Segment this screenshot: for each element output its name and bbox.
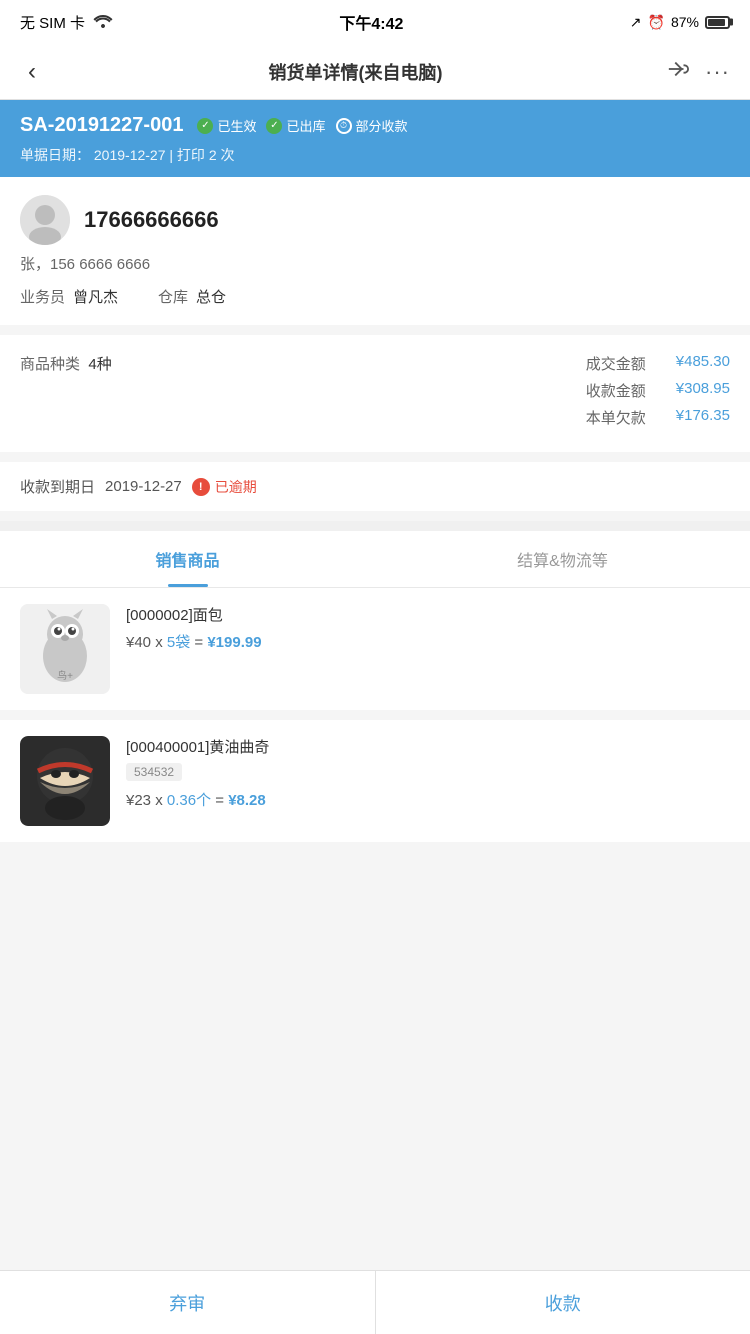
debt-row: 本单欠款 ¥176.35 — [586, 407, 730, 428]
customer-meta: 业务员 曾凡杰 仓库 总仓 — [20, 286, 730, 307]
bottom-bar: 弃审 收款 — [0, 1270, 750, 1334]
badge-effective: ✓ 已生效 — [197, 116, 256, 135]
product-sku-2: 534532 — [126, 763, 182, 781]
separator — [0, 521, 750, 531]
more-icon[interactable]: ··· — [705, 59, 730, 85]
cancel-button[interactable]: 弃审 — [0, 1271, 376, 1334]
sales-rep: 业务员 曾凡杰 — [20, 286, 118, 307]
location-icon: ↗ — [630, 14, 642, 31]
alarm-icon: ⏰ — [648, 14, 665, 31]
product-info-2: [000400001]黄油曲奇 534532 ¥23 x 0.36个 = ¥8.… — [126, 736, 730, 810]
warehouse: 仓库 总仓 — [158, 286, 226, 307]
customer-section: 17666666666 张，156 6666 6666 业务员 曾凡杰 仓库 总… — [0, 177, 750, 325]
back-button[interactable]: ‹ — [20, 50, 44, 94]
check-icon-2: ✓ — [266, 118, 282, 134]
product-list: 鸟+ [0000002]面包 ¥40 x 5袋 = ¥199.99 — [0, 588, 750, 842]
avatar — [20, 195, 70, 245]
carrier-text: 无 SIM 卡 — [20, 12, 85, 33]
product-kind: 商品种类 4种 — [20, 353, 112, 374]
badge-shipped: ✓ 已出库 — [266, 116, 325, 135]
price-unit-1: ¥40 — [126, 634, 151, 651]
order-date: 单据日期： 2019-12-27 | 打印 2 次 — [20, 145, 730, 165]
wifi-icon — [93, 12, 113, 32]
order-number: SA-20191227-001 — [20, 114, 183, 137]
svg-text:鸟+: 鸟+ — [57, 669, 73, 682]
overdue-icon: ! — [192, 478, 210, 496]
product-name-2: [000400001]黄油曲奇 — [126, 736, 730, 757]
amount-row: 成交金额 ¥485.30 — [586, 353, 730, 374]
clock-icon: ⏱ — [336, 118, 352, 134]
total-2: ¥8.28 — [228, 792, 266, 809]
customer-phone: 17666666666 — [84, 207, 219, 233]
qty-2: 0.36个 — [167, 792, 211, 809]
status-right: ↗ ⏰ 87% — [630, 14, 730, 31]
customer-name-phone: 张，156 6666 6666 — [20, 253, 730, 274]
product-info-1: [0000002]面包 ¥40 x 5袋 = ¥199.99 — [126, 604, 730, 652]
status-bar: 无 SIM 卡 下午4:42 ↗ ⏰ 87% — [0, 0, 750, 44]
page-title: 销货单详情(来自电脑) — [44, 59, 667, 85]
order-badges: ✓ 已生效 ✓ 已出库 ⏱ 部分收款 — [197, 116, 407, 135]
due-section: 收款到期日 2019-12-27 ! 已逾期 — [0, 462, 750, 511]
product-thumbnail-1: 鸟+ — [20, 604, 110, 694]
order-header: SA-20191227-001 ✓ 已生效 ✓ 已出库 ⏱ 部分收款 单据日期：… — [0, 100, 750, 177]
pay-button[interactable]: 收款 — [376, 1271, 750, 1334]
received-row: 收款金额 ¥308.95 — [586, 380, 730, 401]
overdue-text: 已逾期 — [215, 477, 257, 497]
stats-right: 成交金额 ¥485.30 收款金额 ¥308.95 本单欠款 ¥176.35 — [586, 353, 730, 434]
product-item: 鸟+ [0000002]面包 ¥40 x 5袋 = ¥199.99 — [0, 588, 750, 710]
tab-settlement[interactable]: 结算&物流等 — [375, 531, 750, 587]
total-1: ¥199.99 — [207, 634, 261, 651]
battery-icon — [705, 16, 730, 29]
tab-sales-product[interactable]: 销售商品 — [0, 531, 375, 587]
due-date-value: 2019-12-27 — [105, 478, 182, 495]
overdue-badge: ! 已逾期 — [192, 477, 257, 497]
product-item-2: [000400001]黄油曲奇 534532 ¥23 x 0.36个 = ¥8.… — [0, 720, 750, 842]
product-name-1: [0000002]面包 — [126, 604, 730, 625]
tabs: 销售商品 结算&物流等 — [0, 531, 750, 587]
check-icon-1: ✓ — [197, 118, 213, 134]
nav-actions: ··· — [667, 58, 730, 86]
nav-bar: ‹ 销货单详情(来自电脑) ··· — [0, 44, 750, 100]
product-price-2: ¥23 x 0.36个 = ¥8.28 — [126, 789, 730, 810]
price-unit-2: ¥23 — [126, 792, 151, 809]
battery-percentage: 87% — [671, 14, 699, 30]
product-price-1: ¥40 x 5袋 = ¥199.99 — [126, 631, 730, 652]
badge-partial: ⏱ 部分收款 — [336, 116, 408, 135]
status-time: 下午4:42 — [339, 10, 403, 34]
qty-1: 5袋 — [167, 634, 190, 651]
tabs-container: 销售商品 结算&物流等 — [0, 531, 750, 588]
stats-section: 商品种类 4种 成交金额 ¥485.30 收款金额 ¥308.95 本单欠款 ¥… — [0, 335, 750, 452]
status-left: 无 SIM 卡 — [20, 12, 113, 33]
due-date-label: 收款到期日 — [20, 476, 95, 497]
product-thumbnail-2 — [20, 736, 110, 826]
share-icon[interactable] — [667, 58, 689, 86]
